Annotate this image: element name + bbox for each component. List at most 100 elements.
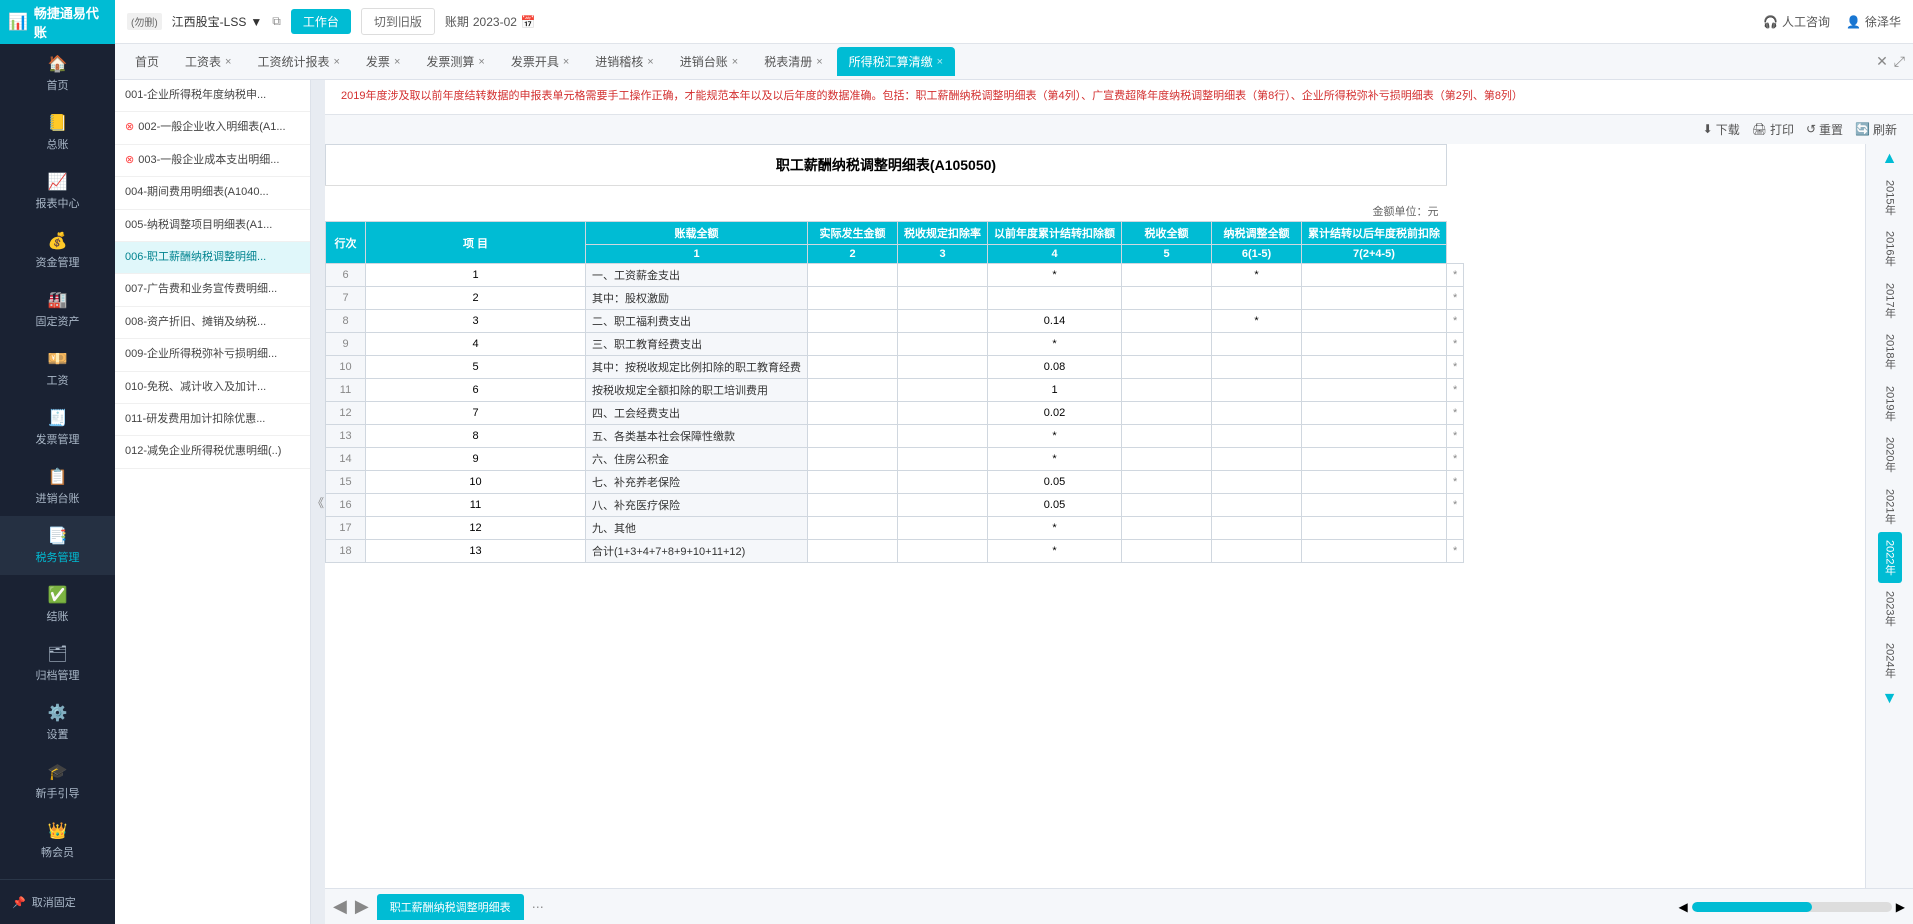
refresh-button[interactable]: 🔄 刷新 <box>1855 121 1897 138</box>
year-button-2018年[interactable]: 2018年 <box>1878 326 1902 377</box>
tab-expand-icon[interactable]: ⤢ <box>1894 53 1905 70</box>
table-cell <box>808 402 898 425</box>
cancel-fixed-item[interactable]: 📌 取消固定 <box>0 888 115 916</box>
tab-close-icon[interactable]: × <box>225 56 231 68</box>
sidebar-item-guide[interactable]: 🎓新手引导 <box>0 752 115 811</box>
sidebar-item-home[interactable]: 🏠首页 <box>0 44 115 103</box>
company-dropdown-icon[interactable]: ▼ <box>250 15 262 29</box>
scroll-left-icon[interactable]: ◀ <box>1679 900 1688 914</box>
reset-icon: ↺ <box>1806 122 1816 136</box>
doc-list-item[interactable]: 007-广告费和业务宣传费明细... <box>115 274 310 306</box>
tab-税表清册[interactable]: 税表清册× <box>752 47 834 76</box>
workspace-button[interactable]: 工作台 <box>291 9 351 34</box>
sidebar-item-membership[interactable]: 👑畅会员 <box>0 811 115 870</box>
download-button[interactable]: ⬇ 下载 <box>1703 121 1740 138</box>
tab-所得税汇算清缴[interactable]: 所得税汇算清缴× <box>837 47 955 76</box>
reset-button[interactable]: ↺ 重置 <box>1806 121 1843 138</box>
table-cell <box>1212 517 1302 540</box>
col-header-4: 税收规定扣除率 <box>898 222 988 245</box>
table-cell: * <box>1447 402 1464 425</box>
tab-close-icon[interactable]: × <box>563 56 569 68</box>
tab-close-icon[interactable]: × <box>732 56 738 68</box>
table-cell: 17 <box>326 517 366 540</box>
prev-sheet-icon[interactable]: ◀ <box>333 896 347 917</box>
year-button-2024年[interactable]: 2024年 <box>1878 635 1902 686</box>
table-cell <box>1302 310 1447 333</box>
sidebar-item-tax-mgmt[interactable]: 📑税务管理 <box>0 516 115 575</box>
table-cell <box>1212 379 1302 402</box>
print-button[interactable]: 🖨 打印 <box>1752 121 1794 138</box>
tab-发票[interactable]: 发票× <box>354 47 412 76</box>
doc-item-label: 007-广告费和业务宣传费明细... <box>125 283 277 295</box>
table-cell <box>898 333 988 356</box>
sidebar-item-archive[interactable]: 🗂归档管理 <box>0 634 115 693</box>
sidebar-item-settings[interactable]: ⚙️设置 <box>0 693 115 752</box>
sidebar-label-general-ledger: 总账 <box>47 136 69 152</box>
tab-进销台账[interactable]: 进销台账× <box>668 47 750 76</box>
copy-icon[interactable]: ⧉ <box>272 14 281 29</box>
doc-list-item[interactable]: ⊗003-一般企业成本支出明细... <box>115 145 310 177</box>
year-scroll-down[interactable]: ▼ <box>1880 688 1900 710</box>
tab-close-icon[interactable]: × <box>478 56 484 68</box>
year-button-2020年[interactable]: 2020年 <box>1878 429 1902 480</box>
sidebar-item-settlement[interactable]: ✅结账 <box>0 575 115 634</box>
doc-item-label: 005-纳税调整项目明细表(A1... <box>125 219 272 231</box>
tab-发票开具[interactable]: 发票开具× <box>499 47 581 76</box>
year-button-2015年[interactable]: 2015年 <box>1878 172 1902 223</box>
table-cell <box>1122 494 1212 517</box>
table-cell: 三、职工教育经费支出 <box>586 333 808 356</box>
tab-close-all-icon[interactable]: ✕ <box>1876 53 1888 70</box>
year-button-2016年[interactable]: 2016年 <box>1878 223 1902 274</box>
tabbar-right: ✕ ⤢ <box>1876 53 1905 70</box>
doc-list-item[interactable]: 011-研发费用加计扣除优惠... <box>115 404 310 436</box>
doc-list-item[interactable]: 008-资产折旧、摊销及纳税... <box>115 307 310 339</box>
sidebar-item-salary[interactable]: 💴工资 <box>0 339 115 398</box>
period-calendar-icon[interactable]: 📅 <box>521 15 536 29</box>
switch-version-button[interactable]: 切到旧版 <box>361 8 435 35</box>
sidebar-item-fund-mgmt[interactable]: 💰资金管理 <box>0 221 115 280</box>
doc-list-item[interactable]: 006-职工薪酬纳税调整明细... <box>115 242 310 274</box>
year-button-2019年[interactable]: 2019年 <box>1878 378 1902 429</box>
year-button-2021年[interactable]: 2021年 <box>1878 481 1902 532</box>
table-cell: 7 <box>326 287 366 310</box>
tab-进销稽核[interactable]: 进销稽核× <box>583 47 665 76</box>
collapse-handle[interactable]: 《 <box>311 80 325 924</box>
tab-close-icon[interactable]: × <box>394 56 400 68</box>
tab-close-icon[interactable]: × <box>333 56 339 68</box>
scroll-right-icon[interactable]: ▶ <box>1896 900 1905 914</box>
doc-list-item[interactable]: 001-企业所得税年度纳税申... <box>115 80 310 112</box>
tab-close-icon[interactable]: × <box>647 56 653 68</box>
tab-close-icon[interactable]: × <box>816 56 822 68</box>
tab-工资统计报表[interactable]: 工资统计报表× <box>245 47 351 76</box>
sheet-options-icon[interactable]: ⋯ <box>532 900 544 914</box>
year-scroll-up[interactable]: ▲ <box>1880 148 1900 170</box>
sidebar-item-fixed-assets[interactable]: 🏭固定资产 <box>0 280 115 339</box>
customer-service[interactable]: 🎧 人工咨询 <box>1763 13 1830 30</box>
year-button-2023年[interactable]: 2023年 <box>1878 583 1902 634</box>
table-cell: 13 <box>366 540 586 563</box>
sidebar-item-purchase-sales[interactable]: 📋进销台账 <box>0 457 115 516</box>
table-row: 94三、职工教育经费支出** <box>326 333 1464 356</box>
sidebar-item-invoice-mgmt[interactable]: 🧾发票管理 <box>0 398 115 457</box>
doc-list-item[interactable]: 009-企业所得税弥补亏损明细... <box>115 339 310 371</box>
user-avatar[interactable]: 👤 徐泽华 <box>1846 13 1901 30</box>
sheet-tab-active[interactable]: 职工薪酬纳税调整明细表 <box>377 894 524 920</box>
company-tag: (勿删) <box>127 13 162 30</box>
sheet-main[interactable]: 职工薪酬纳税调整明细表(A105050)金额单位：元行次项 目账载全额实际发生金… <box>325 144 1865 888</box>
sidebar-item-reports[interactable]: 📈报表中心 <box>0 162 115 221</box>
doc-list-item[interactable]: 004-期间费用明细表(A1040... <box>115 177 310 209</box>
next-sheet-icon[interactable]: ▶ <box>355 896 369 917</box>
tab-首页[interactable]: 首页 <box>123 47 171 76</box>
doc-item-label: 008-资产折旧、摊销及纳税... <box>125 316 266 328</box>
tab-工资表[interactable]: 工资表× <box>173 47 243 76</box>
tab-发票测算[interactable]: 发票测算× <box>414 47 496 76</box>
doc-list-item[interactable]: 012-减免企业所得税优惠明细(..) <box>115 436 310 468</box>
year-button-2022年[interactable]: 2022年 <box>1878 532 1902 583</box>
tab-close-icon[interactable]: × <box>937 56 943 68</box>
doc-list-item[interactable]: ⊗002-一般企业收入明细表(A1... <box>115 112 310 144</box>
year-button-2017年[interactable]: 2017年 <box>1878 275 1902 326</box>
doc-list-item[interactable]: 005-纳税调整项目明细表(A1... <box>115 210 310 242</box>
col-header-8: 累计结转以后年度税前扣除 <box>1302 222 1447 245</box>
doc-list-item[interactable]: 010-免税、减计收入及加计... <box>115 372 310 404</box>
sidebar-item-general-ledger[interactable]: 📒总账 <box>0 103 115 162</box>
